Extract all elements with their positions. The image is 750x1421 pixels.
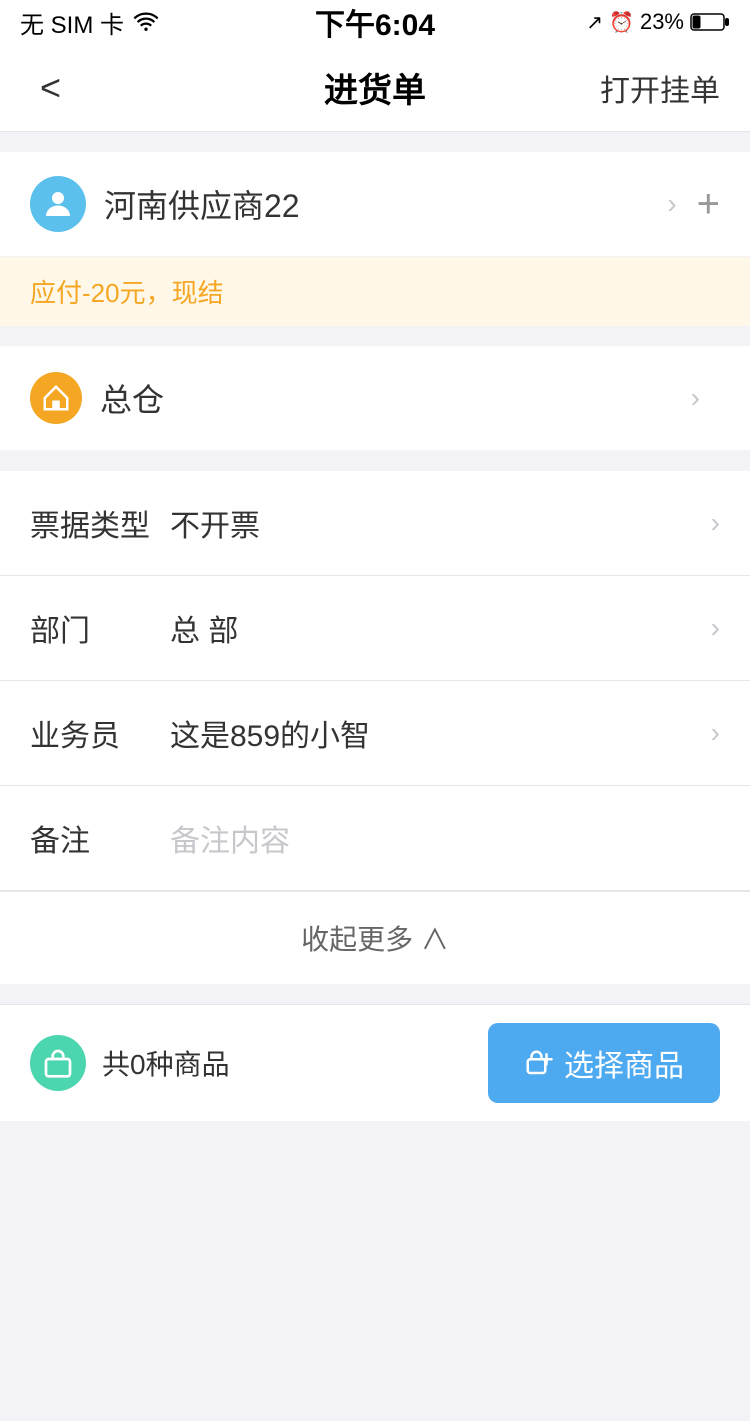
battery-label: 23% xyxy=(640,9,684,35)
supplier-name: 河南供应商22 xyxy=(104,181,667,227)
section-gap-2 xyxy=(0,326,750,346)
house-icon xyxy=(41,383,71,413)
invoice-type-chevron-icon: › xyxy=(711,507,720,539)
page-background xyxy=(0,1121,750,1421)
department-value: 总 部 xyxy=(170,606,701,650)
invoice-type-label: 票据类型 xyxy=(30,501,170,545)
department-chevron-icon: › xyxy=(711,612,720,644)
supplier-row[interactable]: 河南供应商22 › + xyxy=(0,152,750,257)
product-icon xyxy=(30,1035,86,1091)
nav-bar: < 进货单 打开挂单 xyxy=(0,44,750,132)
product-count-label: 共0种商品 xyxy=(102,1043,230,1083)
invoice-type-value: 不开票 xyxy=(170,501,701,545)
carrier-label: 无 SIM 卡 xyxy=(20,5,124,40)
supplier-chevron-icon: › xyxy=(667,188,676,220)
collapse-button[interactable]: 收起更多 ∧ xyxy=(0,891,750,984)
salesperson-label: 业务员 xyxy=(30,711,170,755)
supplier-left: 河南供应商22 xyxy=(30,176,667,232)
salesperson-chevron-icon: › xyxy=(711,717,720,749)
invoice-type-row[interactable]: 票据类型 不开票 › xyxy=(0,471,750,576)
supplier-avatar xyxy=(30,176,86,232)
battery-icon xyxy=(690,12,730,32)
section-gap-1 xyxy=(0,132,750,152)
salesperson-value: 这是859的小智 xyxy=(170,711,701,755)
section-gap-4 xyxy=(0,984,750,1004)
alarm-icon: ⏰ xyxy=(609,10,634,35)
select-product-label: 选择商品 xyxy=(564,1041,684,1085)
warehouse-icon xyxy=(30,372,82,424)
page-title: 进货单 xyxy=(324,63,426,112)
open-pending-button[interactable]: 打开挂单 xyxy=(600,66,720,110)
remark-label: 备注 xyxy=(30,816,170,860)
warehouse-section: 总仓 › xyxy=(0,346,750,451)
product-count-area: 共0种商品 xyxy=(30,1035,468,1091)
department-row[interactable]: 部门 总 部 › xyxy=(0,576,750,681)
notice-bar: 应付-20元，现结 xyxy=(0,257,750,326)
back-button[interactable]: < xyxy=(30,57,71,119)
wifi-icon xyxy=(132,12,160,32)
supplier-section: 河南供应商22 › + 应付-20元，现结 xyxy=(0,152,750,326)
warehouse-name: 总仓 xyxy=(100,375,691,421)
status-time: 下午6:04 xyxy=(315,0,435,44)
status-bar: 无 SIM 卡 下午6:04 ↗ ⏰ 23% xyxy=(0,0,750,44)
status-left: 无 SIM 卡 xyxy=(20,5,160,40)
remark-row[interactable]: 备注 备注内容 xyxy=(0,786,750,891)
select-product-icon xyxy=(524,1048,554,1078)
remark-placeholder: 备注内容 xyxy=(170,816,720,860)
section-gap-3 xyxy=(0,451,750,471)
form-section: 票据类型 不开票 › 部门 总 部 › 业务员 这是859的小智 › 备注 备注… xyxy=(0,471,750,984)
add-button[interactable]: + xyxy=(697,184,720,224)
warehouse-row[interactable]: 总仓 › xyxy=(0,346,750,451)
bottom-toolbar: 共0种商品 选择商品 xyxy=(0,1004,750,1121)
warehouse-chevron-icon: › xyxy=(691,382,700,414)
department-label: 部门 xyxy=(30,606,170,650)
select-product-button[interactable]: 选择商品 xyxy=(488,1023,720,1103)
person-icon xyxy=(40,186,76,222)
cart-icon xyxy=(42,1047,74,1079)
status-right: ↗ ⏰ 23% xyxy=(586,9,730,35)
location-icon: ↗ xyxy=(586,10,603,35)
salesperson-row[interactable]: 业务员 这是859的小智 › xyxy=(0,681,750,786)
